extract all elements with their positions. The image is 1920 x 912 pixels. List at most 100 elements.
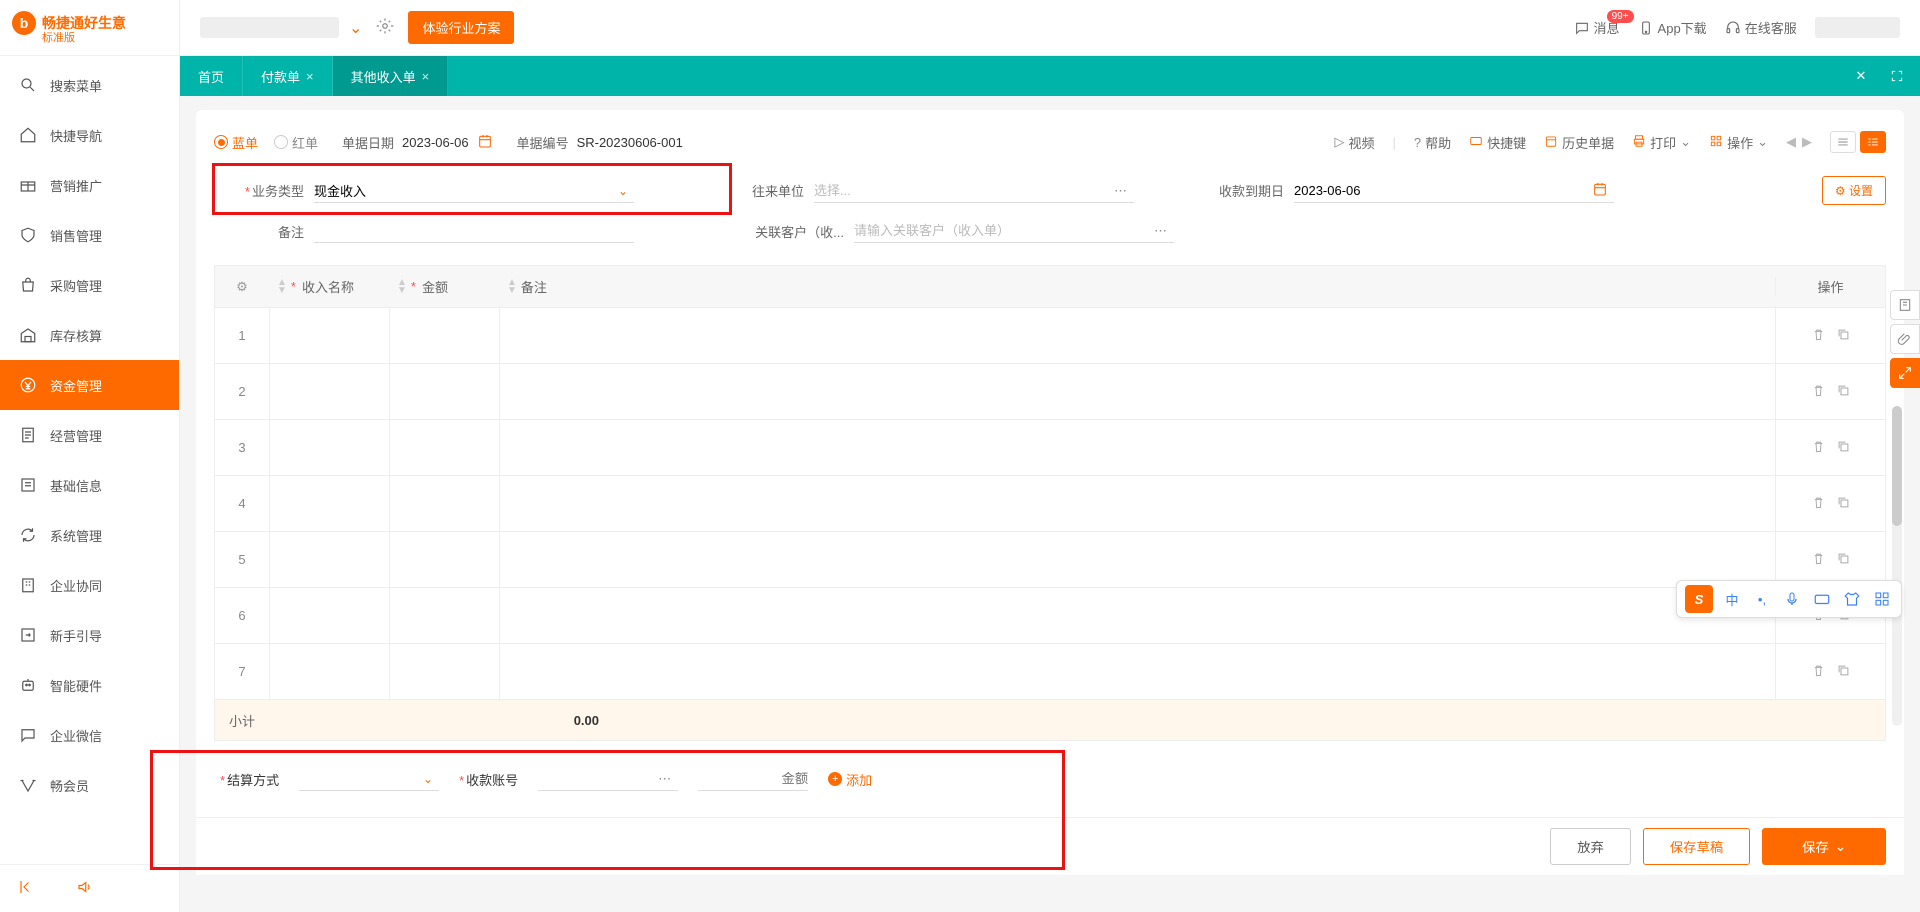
method-select[interactable]: ⌄ bbox=[299, 767, 439, 791]
sidebar-item-purchase[interactable]: 采购管理 bbox=[0, 260, 179, 310]
video-button[interactable]: ▷视频 bbox=[1334, 133, 1374, 152]
radio-blue[interactable]: 蓝单 bbox=[214, 133, 258, 152]
expand-tool-icon[interactable] bbox=[1890, 358, 1920, 388]
table-row[interactable]: 2 bbox=[215, 364, 1885, 420]
tab-home[interactable]: 首页 bbox=[180, 56, 243, 96]
print-button[interactable]: 打印⌄ bbox=[1632, 133, 1691, 152]
table-row[interactable]: 6 bbox=[215, 588, 1885, 644]
account-input[interactable] bbox=[538, 767, 678, 791]
service-button[interactable]: 在线客服 bbox=[1725, 18, 1797, 37]
sidebar-item-basic[interactable]: 基础信息 bbox=[0, 460, 179, 510]
history-button[interactable]: 历史单据 bbox=[1544, 133, 1614, 152]
cust-select[interactable]: ⋯ bbox=[854, 219, 1174, 243]
view-grid-icon[interactable] bbox=[1860, 131, 1886, 153]
ime-mic-icon[interactable] bbox=[1781, 588, 1803, 610]
sidebar-item-search[interactable]: 搜索菜单 bbox=[0, 60, 179, 110]
biztype-input[interactable] bbox=[314, 179, 634, 203]
delete-icon[interactable] bbox=[1811, 383, 1826, 401]
help-button[interactable]: ?帮助 bbox=[1414, 133, 1451, 152]
collapse-icon[interactable] bbox=[18, 878, 36, 899]
sidebar-item-collab[interactable]: 企业协同 bbox=[0, 560, 179, 610]
remark-input[interactable] bbox=[314, 219, 634, 243]
method-input[interactable] bbox=[299, 767, 439, 791]
amount-input[interactable] bbox=[698, 767, 808, 791]
sort-icon[interactable]: ▲▼ bbox=[397, 279, 407, 295]
view-list-icon[interactable] bbox=[1830, 131, 1856, 153]
table-row[interactable]: 4 bbox=[215, 476, 1885, 532]
table-row[interactable]: 3 bbox=[215, 420, 1885, 476]
biztype-select[interactable]: ⌄ bbox=[314, 179, 634, 203]
more-icon[interactable]: ⋯ bbox=[658, 771, 672, 787]
shortcut-button[interactable]: 快捷键 bbox=[1469, 133, 1526, 152]
ime-grid-icon[interactable] bbox=[1871, 588, 1893, 610]
unit-select[interactable]: ⋯ bbox=[814, 179, 1134, 203]
sidebar-item-guide[interactable]: 新手引导 bbox=[0, 610, 179, 660]
table-row[interactable]: 5 bbox=[215, 532, 1885, 588]
sidebar-item-system[interactable]: 系统管理 bbox=[0, 510, 179, 560]
sidebar-item-hardware[interactable]: 智能硬件 bbox=[0, 660, 179, 710]
sidebar-item-marketing[interactable]: 营销推广 bbox=[0, 160, 179, 210]
fullscreen-icon[interactable] bbox=[1882, 61, 1912, 91]
copy-icon[interactable] bbox=[1836, 383, 1851, 401]
sidebar-item-quicknav[interactable]: 快捷导航 bbox=[0, 110, 179, 160]
save-button[interactable]: 保存⌄ bbox=[1762, 828, 1886, 865]
copy-icon[interactable] bbox=[1836, 327, 1851, 345]
attach-tool-icon[interactable] bbox=[1890, 324, 1920, 354]
ime-toolbar[interactable]: S 中 •, bbox=[1676, 580, 1902, 618]
sidebar-item-biz[interactable]: 经营管理 bbox=[0, 410, 179, 460]
copy-icon[interactable] bbox=[1836, 663, 1851, 681]
due-input[interactable] bbox=[1294, 179, 1614, 203]
delete-icon[interactable] bbox=[1811, 327, 1826, 345]
copy-icon[interactable] bbox=[1836, 439, 1851, 457]
tab-other-income[interactable]: 其他收入单× bbox=[333, 56, 449, 96]
settings-button[interactable]: ⚙ 设置 bbox=[1822, 176, 1886, 205]
ops-button[interactable]: 操作⌄ bbox=[1709, 133, 1768, 152]
ime-keyboard-icon[interactable] bbox=[1811, 588, 1833, 610]
copy-icon[interactable] bbox=[1836, 495, 1851, 513]
unit-input[interactable] bbox=[814, 179, 1134, 203]
experience-button[interactable]: 体验行业方案 bbox=[408, 11, 514, 44]
sound-icon[interactable] bbox=[76, 878, 94, 899]
copy-icon[interactable] bbox=[1836, 551, 1851, 569]
delete-icon[interactable] bbox=[1811, 495, 1826, 513]
gear-icon[interactable] bbox=[376, 17, 394, 38]
sidebar-item-funds[interactable]: 资金管理 bbox=[0, 360, 179, 410]
discard-button[interactable]: 放弃 bbox=[1550, 828, 1631, 865]
ime-skin-icon[interactable] bbox=[1841, 588, 1863, 610]
radio-red[interactable]: 红单 bbox=[274, 133, 318, 152]
table-row[interactable]: 7 bbox=[215, 644, 1885, 700]
due-date[interactable] bbox=[1294, 179, 1614, 203]
add-button[interactable]: +添加 bbox=[828, 770, 872, 789]
delete-icon[interactable] bbox=[1811, 439, 1826, 457]
sidebar-item-sales[interactable]: 销售管理 bbox=[0, 210, 179, 260]
tab-payment[interactable]: 付款单× bbox=[243, 56, 333, 96]
sidebar-item-wecom[interactable]: 企业微信 bbox=[0, 710, 179, 760]
more-icon[interactable]: ⋯ bbox=[1114, 183, 1128, 199]
more-icon[interactable]: ⋯ bbox=[1154, 223, 1168, 239]
grid-settings-icon[interactable]: ⚙ bbox=[215, 279, 269, 295]
account-select[interactable]: ⋯ bbox=[538, 767, 678, 791]
date-value[interactable]: 2023-06-06 bbox=[402, 135, 469, 150]
messages-button[interactable]: 消息 99+ bbox=[1574, 18, 1620, 37]
sort-icon[interactable]: ▲▼ bbox=[277, 279, 287, 295]
scrollbar[interactable] bbox=[1892, 406, 1902, 726]
note-tool-icon[interactable] bbox=[1890, 290, 1920, 320]
cust-input[interactable] bbox=[854, 219, 1174, 243]
prev-icon[interactable]: ◀ bbox=[1786, 134, 1796, 150]
close-all-icon[interactable]: ✕ bbox=[1846, 61, 1876, 91]
ime-cn-icon[interactable]: 中 bbox=[1721, 588, 1743, 610]
sort-icon[interactable]: ▲▼ bbox=[507, 279, 517, 295]
app-download-button[interactable]: App下载 bbox=[1638, 18, 1707, 37]
close-icon[interactable]: × bbox=[306, 69, 314, 84]
tenant-selector[interactable]: hidden ⌄ bbox=[200, 17, 362, 38]
table-row[interactable]: 1 bbox=[215, 308, 1885, 364]
calendar-icon[interactable] bbox=[477, 133, 493, 152]
close-icon[interactable]: × bbox=[422, 69, 430, 84]
ime-punct-icon[interactable]: •, bbox=[1751, 588, 1773, 610]
sidebar-item-inventory[interactable]: 库存核算 bbox=[0, 310, 179, 360]
sidebar-item-member[interactable]: 畅会员 bbox=[0, 760, 179, 810]
user-avatar[interactable]: user bbox=[1815, 17, 1900, 38]
draft-button[interactable]: 保存草稿 bbox=[1643, 828, 1750, 865]
delete-icon[interactable] bbox=[1811, 551, 1826, 569]
next-icon[interactable]: ▶ bbox=[1802, 134, 1812, 150]
